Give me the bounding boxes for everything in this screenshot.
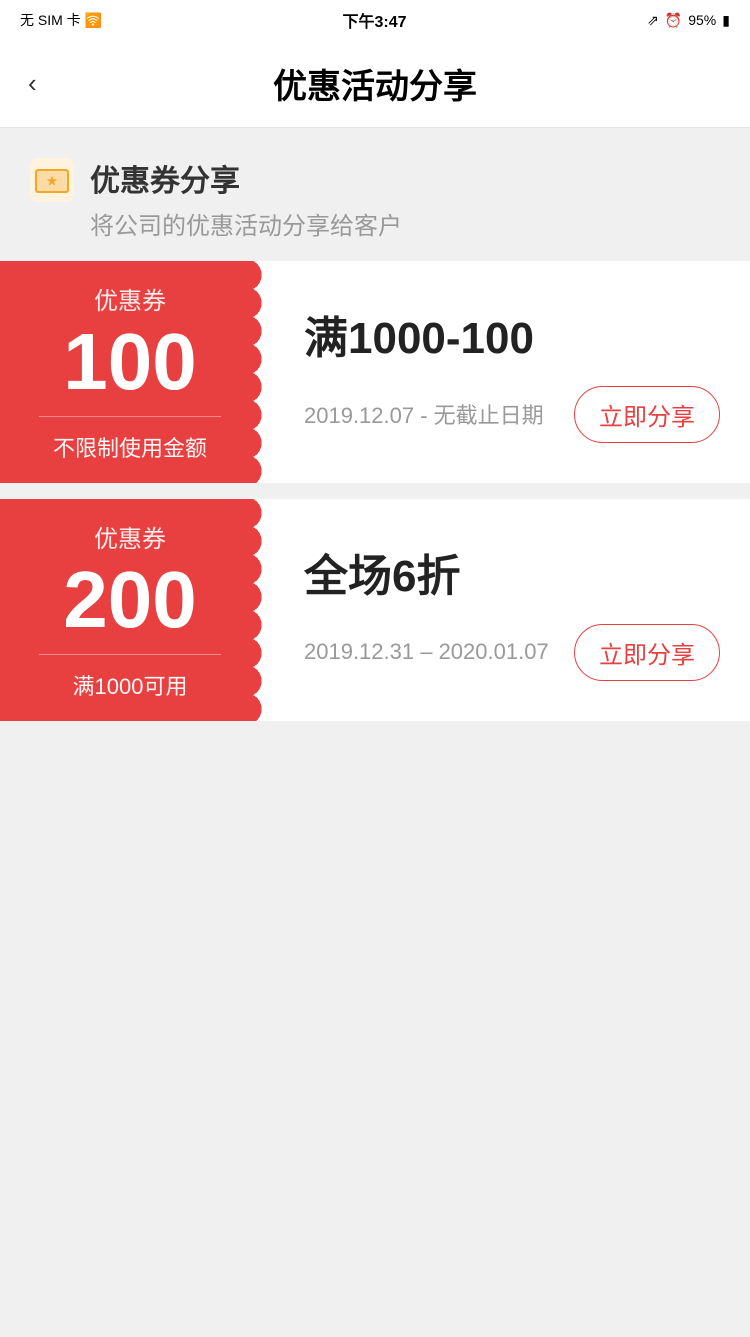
page-title: 优惠活动分享 bbox=[273, 59, 477, 108]
coupon-name-1: 全场6折 bbox=[304, 540, 720, 604]
share-button-0[interactable]: 立即分享 bbox=[574, 386, 720, 443]
alarm-icon: ⏰ bbox=[665, 12, 682, 29]
coupon-date-1: 2019.12.31 – 2020.01.07 bbox=[304, 639, 558, 665]
status-right: ⇗ ⏰ 95% ▮ bbox=[647, 12, 730, 29]
back-button[interactable]: ‹ bbox=[28, 68, 37, 99]
coupon-name-0: 满1000-100 bbox=[304, 302, 720, 366]
share-button-1[interactable]: 立即分享 bbox=[574, 624, 720, 681]
coupon-condition-1: 满1000可用 bbox=[73, 669, 188, 701]
location-icon: ⇗ bbox=[647, 12, 659, 29]
coupon-amount-1: 200 bbox=[63, 560, 196, 640]
svg-text:★: ★ bbox=[47, 174, 58, 188]
battery-label: 95% bbox=[688, 12, 716, 28]
coupon-left-1: 优惠券 200 满1000可用 bbox=[0, 499, 260, 721]
coupon-right-0: 满1000-100 2019.12.07 - 无截止日期 立即分享 bbox=[260, 261, 750, 483]
coupon-condition-0: 不限制使用金额 bbox=[53, 431, 207, 463]
coupon-right-1: 全场6折 2019.12.31 – 2020.01.07 立即分享 bbox=[260, 499, 750, 721]
sim-label: 无 SIM 卡 🛜 bbox=[20, 10, 102, 30]
section-subtitle: 将公司的优惠活动分享给客户 bbox=[90, 206, 402, 241]
status-bar: 无 SIM 卡 🛜 下午3:47 ⇗ ⏰ 95% ▮ bbox=[0, 0, 750, 40]
coupon-divider-1 bbox=[39, 654, 221, 655]
nav-bar: ‹ 优惠活动分享 bbox=[0, 40, 750, 128]
coupon-date-0: 2019.12.07 - 无截止日期 bbox=[304, 398, 558, 430]
battery-icon: ▮ bbox=[722, 12, 730, 29]
empty-area bbox=[0, 777, 750, 1337]
coupon-divider-0 bbox=[39, 416, 221, 417]
coupon-left-0: 优惠券 100 不限制使用金额 bbox=[0, 261, 260, 483]
status-left: 无 SIM 卡 🛜 bbox=[20, 10, 102, 30]
section-text: 优惠券分享 将公司的优惠活动分享给客户 bbox=[90, 156, 402, 241]
coupon-amount-0: 100 bbox=[63, 322, 196, 402]
coupon-share-icon: ★ bbox=[30, 158, 74, 202]
coupon-tag-0: 优惠券 bbox=[94, 281, 166, 316]
coupons-list: 优惠券 100 不限制使用金额 满1000-100 2019.12.07 - 无… bbox=[0, 261, 750, 777]
coupon-card-1: 优惠券 200 满1000可用 全场6折 2019.12.31 – 2020.0… bbox=[0, 499, 750, 721]
coupon-meta-0: 2019.12.07 - 无截止日期 立即分享 bbox=[304, 386, 720, 443]
coupon-meta-1: 2019.12.31 – 2020.01.07 立即分享 bbox=[304, 624, 720, 681]
coupon-tag-1: 优惠券 bbox=[94, 519, 166, 554]
coupon-card-0: 优惠券 100 不限制使用金额 满1000-100 2019.12.07 - 无… bbox=[0, 261, 750, 483]
status-time: 下午3:47 bbox=[343, 8, 407, 32]
section-header: ★ 优惠券分享 将公司的优惠活动分享给客户 bbox=[0, 128, 750, 261]
section-title: 优惠券分享 bbox=[90, 156, 402, 200]
